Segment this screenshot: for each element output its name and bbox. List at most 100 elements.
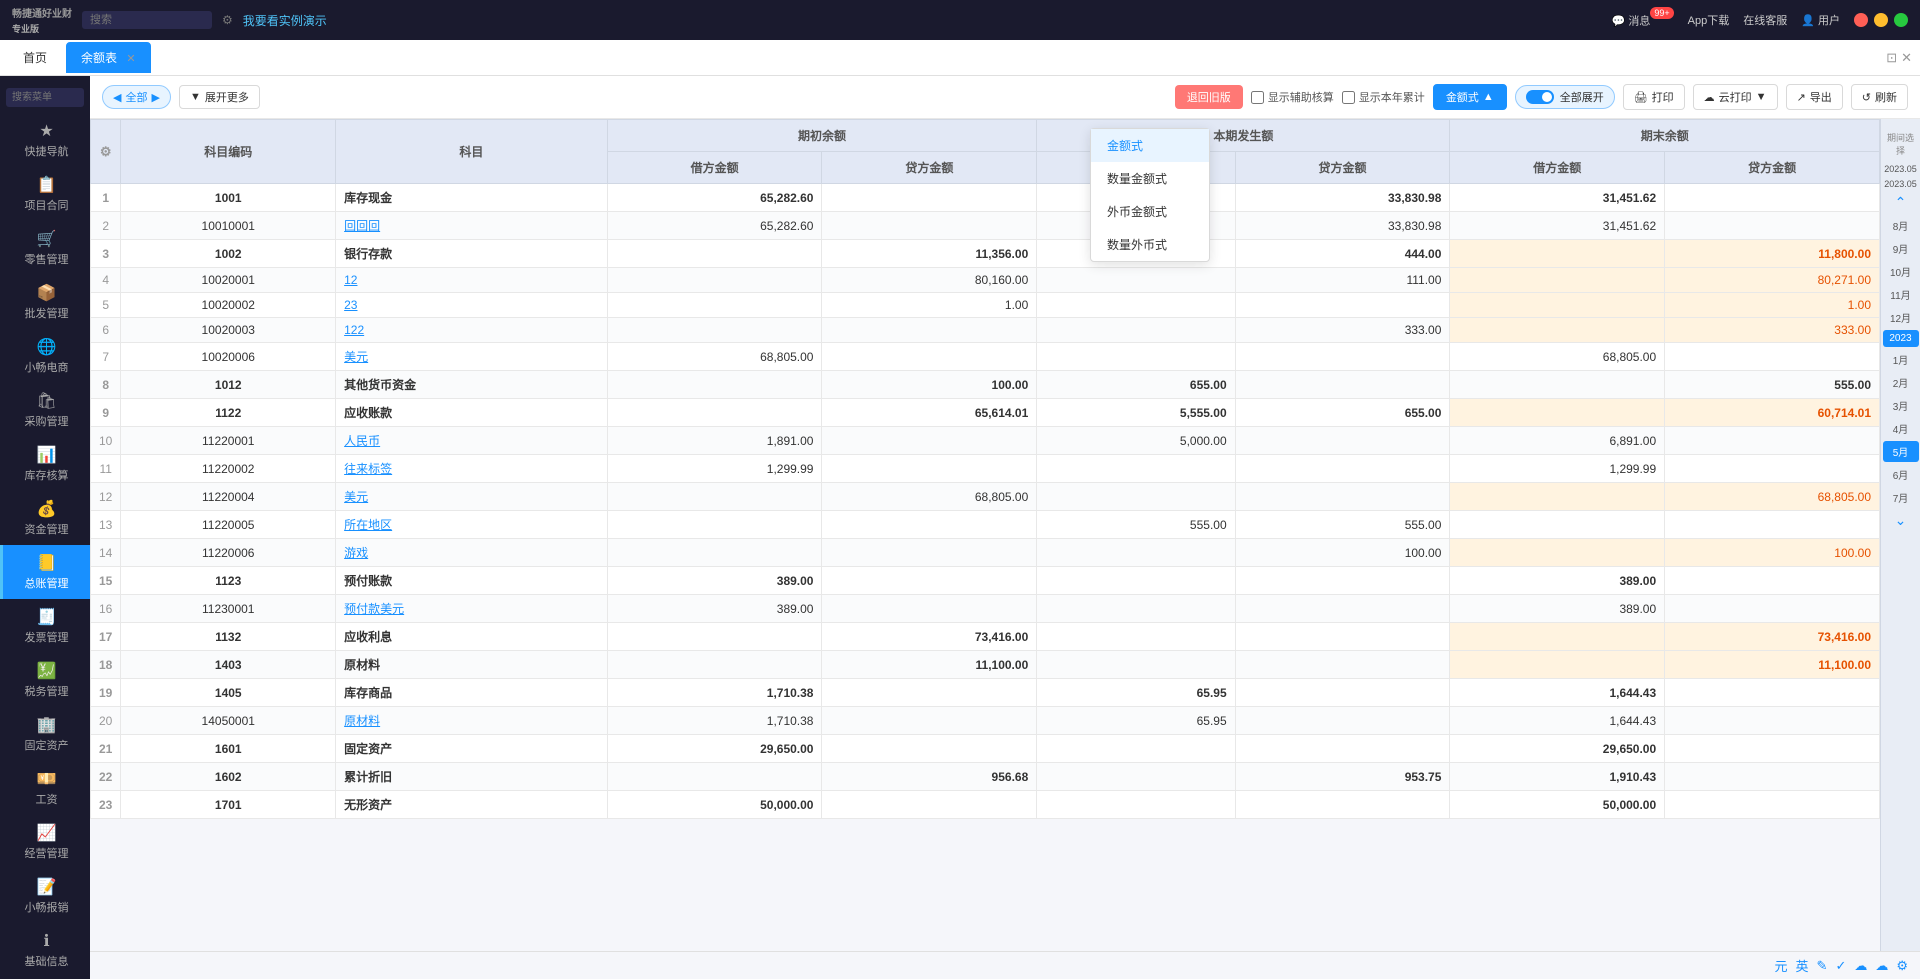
expand-more-btn[interactable]: ▼ 展开更多 [179,85,260,109]
table-row[interactable]: 231701无形资产50,000.0050,000.00 [91,791,1880,819]
table-row[interactable]: 81012其他货币资金100.00655.00555.00 [91,371,1880,399]
win-close-btn[interactable] [1854,13,1868,27]
table-cell[interactable]: 往来标签 [336,455,608,483]
table-row[interactable]: 191405库存商品1,710.3865.951,644.43 [91,679,1880,707]
currency-icon[interactable]: 元 [1775,956,1788,975]
edit-icon[interactable]: ✎ [1817,958,1828,974]
table-row[interactable]: 2014050001原材料1,710.3865.951,644.43 [91,707,1880,735]
sidebar-item-purchase[interactable]: 🛍 采购管理 [0,383,90,437]
assist-checkbox[interactable] [1251,91,1264,104]
assist-checkbox-label[interactable]: 显示辅助核算 [1251,89,1334,105]
sidebar-item-tax[interactable]: 💹 税务管理 [0,653,90,707]
table-row[interactable]: 31002银行存款11,356.00444.0011,800.00 [91,240,1880,268]
sidebar-search-input[interactable] [6,88,84,107]
sidebar-item-ops[interactable]: 📈 经营管理 [0,815,90,869]
th-settings[interactable]: ⚙ [91,120,121,184]
table-cell[interactable]: 所在地区 [336,511,608,539]
sidebar-item-ecommerce[interactable]: 🌐 小畅电商 [0,329,90,383]
user-avatar[interactable]: 👤 用户 [1801,12,1840,28]
demo-link[interactable]: 我要看实例演示 [243,12,327,29]
yearly-checkbox-label[interactable]: 显示本年累计 [1342,89,1425,105]
month-4[interactable]: 4月 [1883,418,1919,439]
table-row[interactable]: 1411220006游戏100.00100.00 [91,539,1880,567]
table-row[interactable]: 1211220004美元68,805.0068,805.00 [91,483,1880,511]
sidebar-item-ledger[interactable]: 📒 总账管理 [0,545,90,599]
tab-close-icon[interactable]: ✕ [126,53,135,65]
cloud-print-btn[interactable]: ☁ 云打印 ▼ [1693,84,1778,110]
table-cell[interactable]: 预付款美元 [336,595,608,623]
month-11[interactable]: 11月 [1883,284,1919,305]
table-cell[interactable]: 美元 [336,483,608,511]
search-input[interactable] [82,11,212,29]
print-btn[interactable]: 🖨 打印 [1623,84,1685,110]
month-9[interactable]: 9月 [1883,238,1919,259]
refresh-btn[interactable]: ↺ 刷新 [1851,84,1908,110]
month-2[interactable]: 2月 [1883,372,1919,393]
cloud-icon1[interactable]: ☁ [1854,958,1867,974]
settings-bottom-icon[interactable]: ⚙ [1896,958,1908,974]
sidebar-item-project[interactable]: 📋 项目合同 [0,167,90,221]
window-close-icon[interactable]: ✕ [1901,50,1912,66]
sidebar-item-basic[interactable]: ℹ 基础信息 [0,923,90,977]
sidebar-item-invoice[interactable]: 🧾 发票管理 [0,599,90,653]
lang-icon[interactable]: 英 [1796,956,1809,975]
table-cell[interactable]: 游戏 [336,539,608,567]
table-cell[interactable]: 12 [336,268,608,293]
sidebar-item-report[interactable]: 📝 小畅报销 [0,869,90,923]
table-cell[interactable]: 人民币 [336,427,608,455]
app-download[interactable]: App下载 [1688,12,1730,28]
settings-icon[interactable]: ⚙ [222,13,233,27]
table-row[interactable]: 181403原材料11,100.0011,100.00 [91,651,1880,679]
sidebar-item-quick-nav[interactable]: ★ 快捷导航 [0,113,90,167]
table-row[interactable]: 171132应收利息73,416.0073,416.00 [91,623,1880,651]
table-row[interactable]: 1011220001人民币1,891.005,000.006,891.00 [91,427,1880,455]
window-restore-icon[interactable]: ⊡ [1886,50,1897,66]
period-up-btn[interactable]: ⌃ [1893,192,1909,213]
tab-balance[interactable]: 余额表 ✕ [66,42,151,73]
filter-all-tag[interactable]: ◀ 全部 ▶ [102,85,171,109]
export-btn[interactable]: ↗ 导出 [1786,84,1843,110]
goback-btn[interactable]: 退回旧版 [1175,85,1243,109]
table-row[interactable]: 610020003122333.00333.00 [91,318,1880,343]
win-min-btn[interactable] [1874,13,1888,27]
table-cell[interactable]: 回回回 [336,212,608,240]
check-icon[interactable]: ✓ [1835,958,1846,974]
table-row[interactable]: 1611230001预付款美元389.00389.00 [91,595,1880,623]
message-icon[interactable]: 💬 消息99+ [1612,12,1674,29]
dropdown-item-qty-foreign[interactable]: 数量外币式 [1091,228,1209,261]
table-row[interactable]: 91122应收账款65,614.015,555.00655.0060,714.0… [91,399,1880,427]
table-row[interactable]: 510020002231.001.00 [91,293,1880,318]
table-cell[interactable]: 23 [336,293,608,318]
sidebar-item-wholesale[interactable]: 📦 批发管理 [0,275,90,329]
online-service[interactable]: 在线客服 [1743,12,1787,28]
table-row[interactable]: 4100200011280,160.00111.0080,271.00 [91,268,1880,293]
table-row[interactable]: 210010001回回回65,282.6033,830.9831,451.62 [91,212,1880,240]
dropdown-item-qty-amount[interactable]: 数量金额式 [1091,162,1209,195]
month-6[interactable]: 6月 [1883,464,1919,485]
month-8[interactable]: 8月 [1883,215,1919,236]
cloud-icon2[interactable]: ☁ [1875,958,1888,974]
sidebar-item-retail[interactable]: 🛒 零售管理 [0,221,90,275]
sidebar-item-salary[interactable]: 💴 工资 [0,761,90,815]
table-row[interactable]: 221602累计折旧956.68953.751,910.43 [91,763,1880,791]
table-row[interactable]: 1311220005所在地区555.00555.00 [91,511,1880,539]
table-row[interactable]: 151123预付账款389.00389.00 [91,567,1880,595]
table-cell[interactable]: 原材料 [336,707,608,735]
sidebar-item-assets[interactable]: 🏢 固定资产 [0,707,90,761]
dropdown-item-amount[interactable]: 金额式 [1091,129,1209,162]
tab-home[interactable]: 首页 [8,42,62,73]
table-cell[interactable]: 122 [336,318,608,343]
style-select-btn[interactable]: 金额式 ▲ [1433,84,1507,110]
period-down-btn[interactable]: ⌄ [1893,510,1909,531]
sidebar-item-inventory[interactable]: 📊 库存核算 [0,437,90,491]
year-2023[interactable]: 2023 [1883,330,1919,347]
table-row[interactable]: 1111220002往来标签1,299.991,299.99 [91,455,1880,483]
table-row[interactable]: 710020006美元68,805.0068,805.00 [91,343,1880,371]
month-5[interactable]: 5月 [1883,441,1919,462]
month-12[interactable]: 12月 [1883,307,1919,328]
month-1[interactable]: 1月 [1883,349,1919,370]
yearly-checkbox[interactable] [1342,91,1355,104]
dropdown-item-foreign-amount[interactable]: 外币金额式 [1091,195,1209,228]
win-max-btn[interactable] [1894,13,1908,27]
month-7[interactable]: 7月 [1883,487,1919,508]
